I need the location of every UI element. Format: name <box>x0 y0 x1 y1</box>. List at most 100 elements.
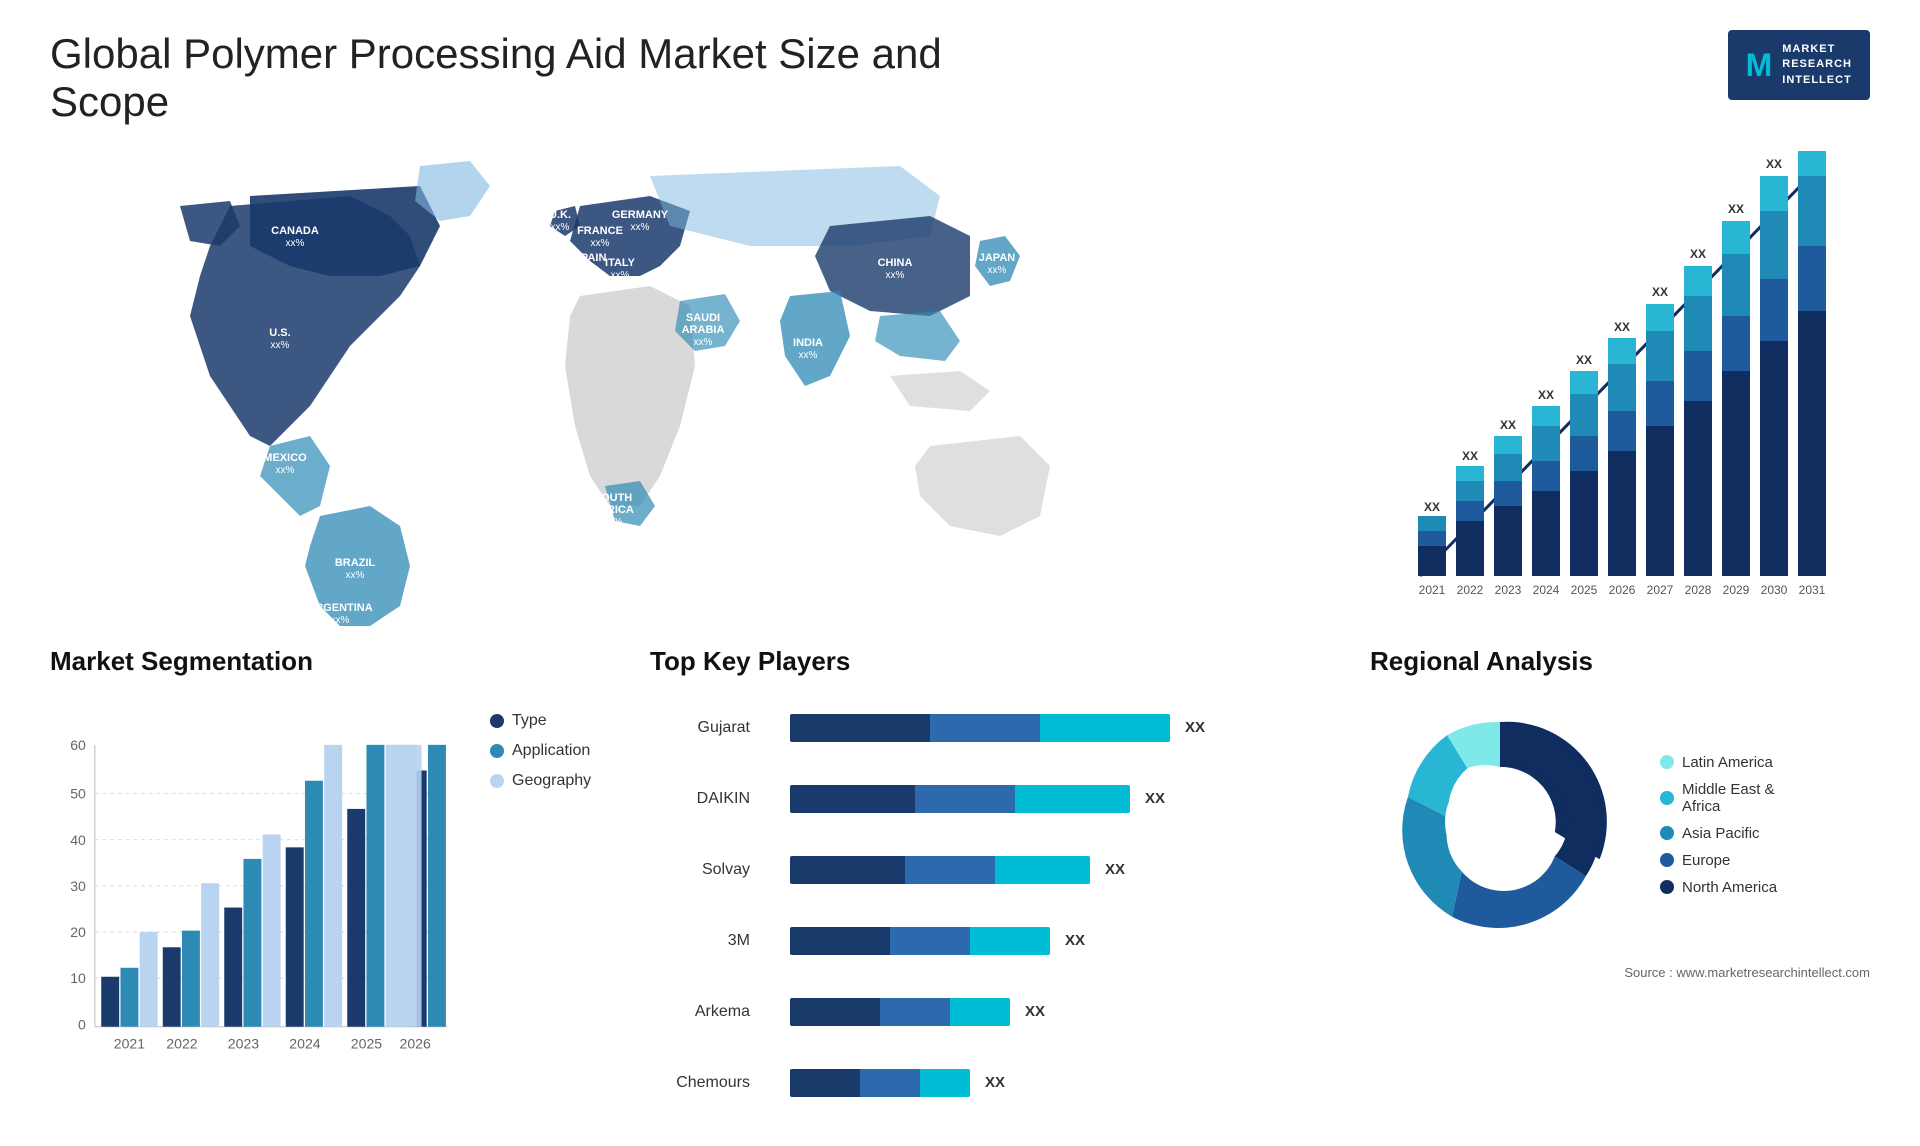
player-chemours: Chemours <box>650 1074 750 1092</box>
svg-text:ARGENTINA: ARGENTINA <box>307 602 372 614</box>
svg-text:CHINA: CHINA <box>878 257 913 269</box>
regional-title: Regional Analysis <box>1370 646 1870 677</box>
bar-chart-wrapper: XX 2021 XX 2022 XX 2023 <box>1370 146 1870 626</box>
svg-text:xx%: xx% <box>886 270 905 281</box>
svg-text:INDIA: INDIA <box>793 337 823 349</box>
svg-text:U.K.: U.K. <box>549 209 571 221</box>
player-bar-3m: XX <box>790 927 1350 955</box>
svg-text:BRAZIL: BRAZIL <box>335 557 376 569</box>
svg-text:xx%: xx% <box>331 615 350 626</box>
svg-text:2029: 2029 <box>1723 583 1750 597</box>
svg-text:20: 20 <box>70 924 86 940</box>
chart-section: XX 2021 XX 2022 XX 2023 <box>1370 146 1870 626</box>
svg-text:xx%: xx% <box>271 340 290 351</box>
players-bars: XX XX <box>790 692 1350 1118</box>
legend-geography: Geography <box>490 772 630 790</box>
segmentation-section: Market Segmentation 60 50 <box>50 646 630 1122</box>
svg-text:U.S.: U.S. <box>269 327 290 339</box>
svg-text:xx%: xx% <box>591 238 610 249</box>
logo-box: M MARKETRESEARCHINTELLECT <box>1728 30 1870 100</box>
svg-text:2025: 2025 <box>351 1036 382 1052</box>
legend-type: Type <box>490 712 630 730</box>
player-bar-daikin: XX <box>790 785 1350 813</box>
svg-text:2023: 2023 <box>1495 583 1522 597</box>
svg-text:2028: 2028 <box>1685 583 1712 597</box>
svg-text:xx%: xx% <box>581 265 600 276</box>
me-africa-label: Middle East &Africa <box>1682 781 1775 815</box>
svg-text:xx%: xx% <box>631 222 650 233</box>
logo-text: MARKETRESEARCHINTELLECT <box>1782 42 1852 88</box>
donut-legend-container: Latin America Middle East &Africa Asia P… <box>1370 692 1870 957</box>
regional-section: Regional Analysis <box>1370 646 1870 1122</box>
svg-text:CANADA: CANADA <box>271 225 319 237</box>
svg-text:2022: 2022 <box>1457 583 1484 597</box>
world-map-svg: CANADA xx% U.S. xx% MEXICO xx% BRAZIL xx… <box>50 146 1350 626</box>
segmentation-title: Market Segmentation <box>50 646 630 677</box>
players-section: Top Key Players Gujarat DAIKIN Solvay 3M… <box>650 646 1350 1122</box>
svg-text:2022: 2022 <box>166 1036 197 1052</box>
svg-text:30: 30 <box>70 878 86 894</box>
svg-text:2026: 2026 <box>399 1036 430 1052</box>
svg-text:xx%: xx% <box>611 270 630 281</box>
north-america-label: North America <box>1682 879 1777 896</box>
application-dot <box>490 744 504 758</box>
svg-text:xx%: xx% <box>988 265 1007 276</box>
svg-text:JAPAN: JAPAN <box>979 252 1016 264</box>
svg-text:ITALY: ITALY <box>605 257 636 269</box>
main-grid: CANADA xx% U.S. xx% MEXICO xx% BRAZIL xx… <box>50 146 1870 1122</box>
svg-text:xx%: xx% <box>276 465 295 476</box>
players-title: Top Key Players <box>650 646 1350 677</box>
player-bar-solvay: XX <box>790 856 1350 884</box>
logo-area: M MARKETRESEARCHINTELLECT <box>1728 30 1870 100</box>
player-bar-gujarat: XX <box>790 714 1350 742</box>
geography-label: Geography <box>512 772 591 790</box>
svg-text:2030: 2030 <box>1761 583 1788 597</box>
svg-text:XX: XX <box>1538 388 1554 402</box>
europe-label: Europe <box>1682 852 1730 869</box>
svg-text:xx%: xx% <box>346 570 365 581</box>
svg-text:xx%: xx% <box>286 238 305 249</box>
svg-text:XX: XX <box>1766 157 1782 171</box>
latin-america-dot <box>1660 755 1674 769</box>
regional-legend: Latin America Middle East &Africa Asia P… <box>1660 754 1777 896</box>
player-gujarat: Gujarat <box>650 719 750 737</box>
svg-text:xx%: xx% <box>551 222 570 233</box>
page-title: Global Polymer Processing Aid Market Siz… <box>50 30 950 126</box>
svg-text:AFRICA: AFRICA <box>592 504 634 516</box>
seg-chart-container: 60 50 40 30 20 10 0 2021 <box>50 692 630 1118</box>
page-header: Global Polymer Processing Aid Market Siz… <box>50 30 1870 126</box>
asia-pacific-dot <box>1660 826 1674 840</box>
seg-legend: Type Application Geography <box>490 692 630 790</box>
legend-middle-east-africa: Middle East &Africa <box>1660 781 1777 815</box>
svg-text:SAUDI: SAUDI <box>686 312 720 324</box>
svg-text:40: 40 <box>70 832 86 848</box>
map-section: CANADA xx% U.S. xx% MEXICO xx% BRAZIL xx… <box>50 146 1350 626</box>
svg-text:GERMANY: GERMANY <box>612 209 669 221</box>
legend-latin-america: Latin America <box>1660 754 1777 771</box>
source-text: Source : www.marketresearchintellect.com <box>1370 965 1870 980</box>
legend-north-america: North America <box>1660 879 1777 896</box>
player-3m: 3M <box>650 932 750 950</box>
player-daikin: DAIKIN <box>650 790 750 808</box>
svg-text:XX: XX <box>1576 353 1592 367</box>
type-dot <box>490 714 504 728</box>
svg-text:2026: 2026 <box>1609 583 1636 597</box>
svg-text:2027: 2027 <box>1647 583 1674 597</box>
player-arkema: Arkema <box>650 1003 750 1021</box>
svg-text:XX: XX <box>1690 247 1706 261</box>
north-america-dot <box>1660 880 1674 894</box>
svg-text:2024: 2024 <box>289 1036 320 1052</box>
svg-text:0: 0 <box>78 1016 86 1032</box>
player-bar-arkema: XX <box>790 998 1350 1026</box>
legend-europe: Europe <box>1660 852 1777 869</box>
svg-text:XX: XX <box>1614 320 1630 334</box>
svg-text:XX: XX <box>1424 500 1440 514</box>
svg-text:ARABIA: ARABIA <box>682 324 725 336</box>
svg-text:SOUTH: SOUTH <box>594 492 633 504</box>
svg-text:2025: 2025 <box>1571 583 1598 597</box>
player-bar-chemours: XX <box>790 1069 1350 1097</box>
svg-text:XX: XX <box>1462 449 1478 463</box>
svg-text:XX: XX <box>1805 146 1820 149</box>
svg-text:xx%: xx% <box>694 337 713 348</box>
donut-chart <box>1370 692 1630 957</box>
